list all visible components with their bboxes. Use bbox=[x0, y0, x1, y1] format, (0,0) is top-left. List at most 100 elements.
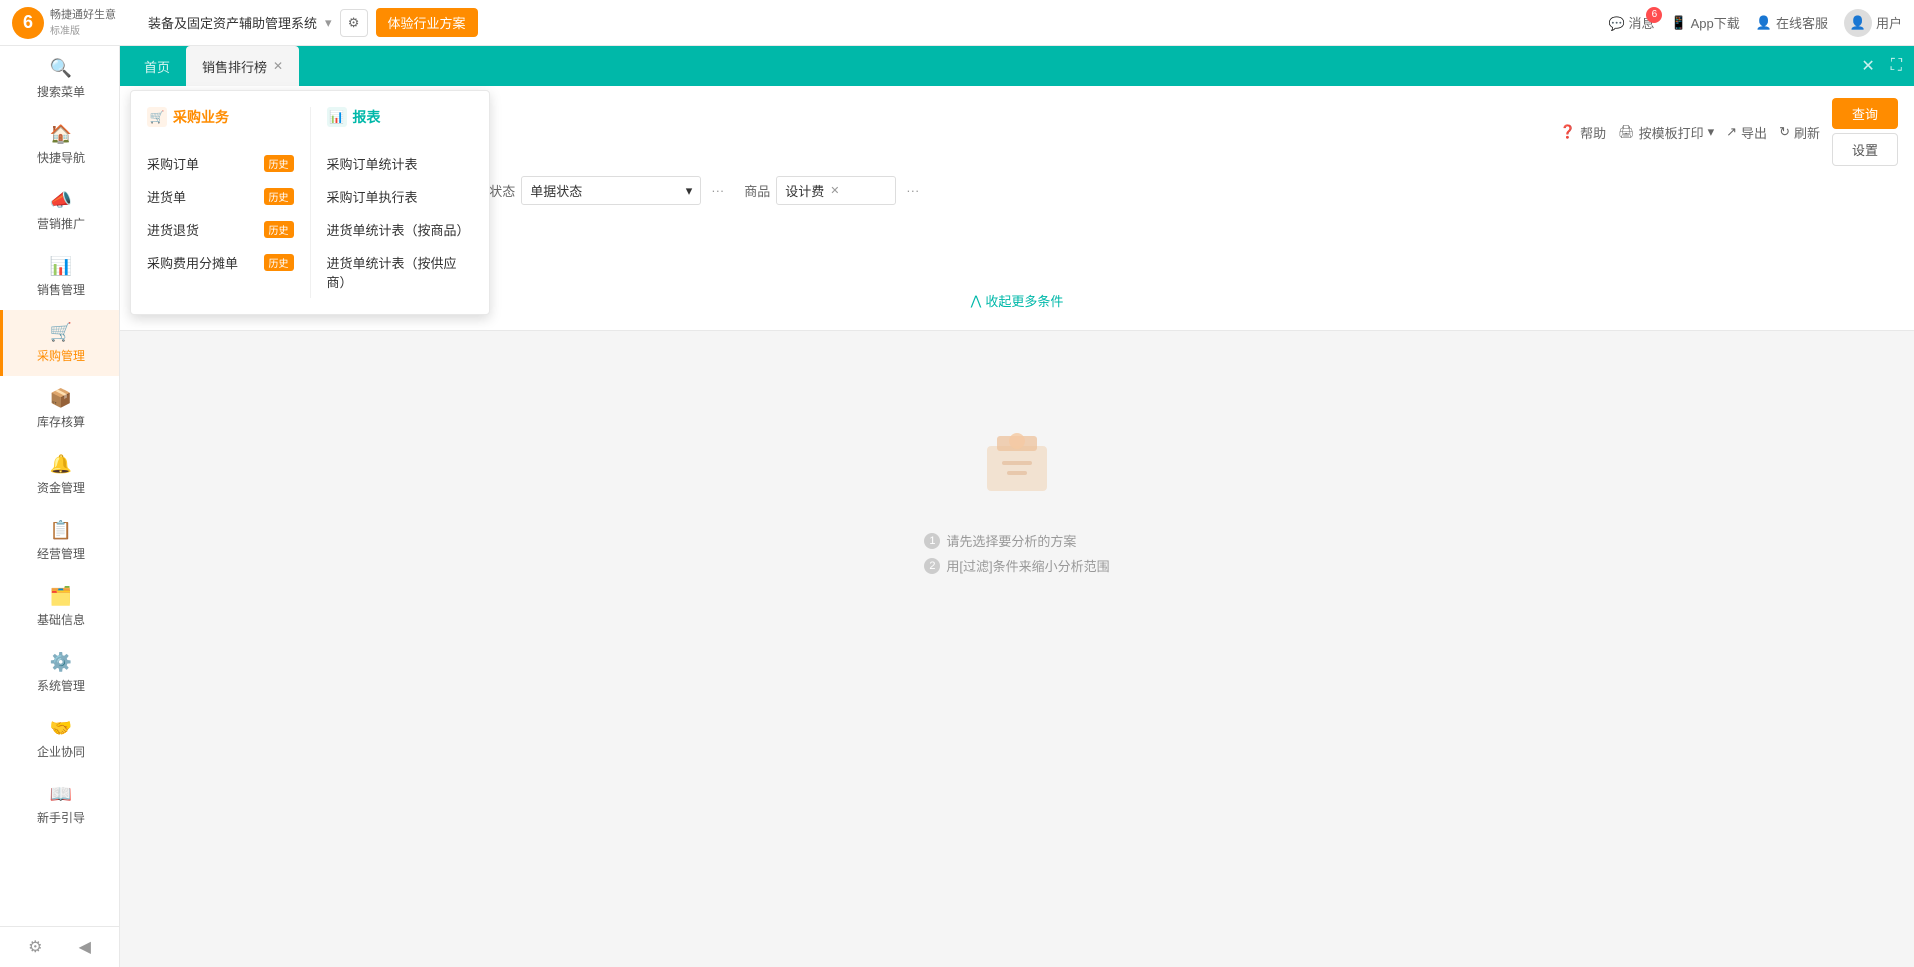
purchase-dropdown-menu: 🛒 采购业务 采购订单 历史 进货单 历史 进货退货 历史 采购费用分摊单 历史 bbox=[130, 90, 490, 315]
goods-return-label: 进货退货 bbox=[147, 220, 199, 239]
sidebar-item-sales[interactable]: 📊 销售管理 bbox=[0, 244, 119, 310]
message-icon: 💬 bbox=[1609, 16, 1625, 31]
sidebar-bottom: ⚙ ◀ bbox=[0, 926, 119, 967]
status-select[interactable]: 单据状态 ▾ bbox=[521, 176, 701, 205]
export-icon: ↗ bbox=[1726, 124, 1737, 140]
sidebar-item-operations[interactable]: 📋 经营管理 bbox=[0, 508, 119, 574]
sidebar: 🔍 搜索菜单 🏠 快捷导航 📣 营销推广 📊 销售管理 🛒 采购管理 📦 库存核… bbox=[0, 46, 120, 967]
sidebar-label-guide: 新手引导 bbox=[37, 809, 85, 826]
empty-state: 1 请先选择要分析的方案 2 用[过滤]条件来缩小分析范围 bbox=[120, 331, 1914, 655]
notification-badge: 6 bbox=[1646, 7, 1662, 23]
sidebar-label-purchase: 采购管理 bbox=[37, 347, 85, 364]
dropdown-goods-return[interactable]: 进货退货 历史 bbox=[147, 213, 294, 246]
tab-bar: 首页 销售排行榜 ✕ ✕ ⛶ bbox=[120, 46, 1914, 86]
basic-icon: 🗂️ bbox=[50, 586, 72, 607]
app-download-label: App下载 bbox=[1691, 13, 1740, 32]
tab-home[interactable]: 首页 bbox=[128, 46, 186, 86]
refresh-btn[interactable]: ↻ 刷新 bbox=[1779, 123, 1820, 142]
sidebar-item-search[interactable]: 🔍 搜索菜单 bbox=[0, 46, 119, 112]
sidebar-item-capital[interactable]: 🔔 资金管理 bbox=[0, 442, 119, 508]
system-dropdown-arrow[interactable]: ▾ bbox=[325, 15, 332, 31]
dropdown-divider bbox=[310, 107, 311, 298]
dropdown-purchase-order[interactable]: 采购订单 历史 bbox=[147, 147, 294, 180]
export-label: 导出 bbox=[1741, 123, 1767, 142]
notification-item[interactable]: 💬 消息 6 bbox=[1609, 13, 1655, 32]
report-header-icon: 📊 bbox=[327, 107, 347, 127]
user-item[interactable]: 👤 用户 bbox=[1844, 9, 1902, 37]
tip-num-1: 1 bbox=[924, 533, 940, 549]
settings-button[interactable]: 设置 bbox=[1832, 133, 1898, 166]
sidebar-item-marketing[interactable]: 📣 营销推广 bbox=[0, 178, 119, 244]
export-btn[interactable]: ↗ 导出 bbox=[1726, 123, 1767, 142]
refresh-label: 刷新 bbox=[1794, 123, 1820, 142]
online-service-item[interactable]: 👤 在线客服 bbox=[1756, 13, 1828, 32]
system-icon: ⚙️ bbox=[50, 652, 72, 673]
dropdown-purchase-cost[interactable]: 采购费用分摊单 历史 bbox=[147, 246, 294, 279]
logo-tag: 标准版 bbox=[50, 22, 116, 37]
status-filter: 单据状态 单据状态 ▾ ··· bbox=[463, 176, 728, 205]
sidebar-item-inventory[interactable]: 📦 库存核算 bbox=[0, 376, 119, 442]
dropdown-col-report: 📊 报表 采购订单统计表 采购订单执行表 进货单统计表（按商品） 进货单统计表（… bbox=[327, 107, 474, 298]
tab-bar-close-btn[interactable]: ✕ bbox=[1857, 56, 1878, 76]
purchase-order-history: 历史 bbox=[264, 155, 294, 172]
sidebar-item-system[interactable]: ⚙️ 系统管理 bbox=[0, 640, 119, 706]
empty-illustration bbox=[967, 411, 1067, 511]
purchase-icon: 🛒 bbox=[50, 322, 72, 343]
header-middle: 装备及固定资产辅助管理系统 ▾ ⚙ 体验行业方案 bbox=[132, 8, 1609, 37]
sidebar-item-enterprise[interactable]: 🤝 企业协同 bbox=[0, 706, 119, 772]
app-download-item[interactable]: 📱 App下载 bbox=[1670, 13, 1739, 32]
tab-sales-rank[interactable]: 销售排行榜 ✕ bbox=[186, 46, 299, 86]
tab-sales-rank-label: 销售排行榜 bbox=[202, 57, 267, 76]
sidebar-label-operations: 经营管理 bbox=[37, 545, 85, 562]
marketing-icon: 📣 bbox=[50, 190, 72, 211]
logo-icon: 6 bbox=[12, 7, 44, 39]
status-dots[interactable]: ··· bbox=[707, 183, 728, 198]
help-btn[interactable]: ❓ 帮助 bbox=[1560, 123, 1606, 142]
sidebar-label-capital: 资金管理 bbox=[37, 479, 85, 496]
guide-icon: 📖 bbox=[50, 784, 72, 805]
sidebar-label-sales: 销售管理 bbox=[37, 281, 85, 298]
operations-icon: 📋 bbox=[50, 520, 72, 541]
industry-btn[interactable]: 体验行业方案 bbox=[376, 8, 478, 37]
tab-bar-expand-btn[interactable]: ⛶ bbox=[1887, 57, 1906, 75]
header-settings-icon[interactable]: ⚙ bbox=[340, 9, 368, 37]
goods-select[interactable]: 设计费 ✕ bbox=[776, 176, 896, 205]
print-btn[interactable]: 🖨 按模板打印 ▾ bbox=[1618, 123, 1714, 142]
help-icon: ❓ bbox=[1560, 124, 1576, 140]
dropdown-purchase-order-exec[interactable]: 采购订单执行表 bbox=[327, 180, 474, 213]
sidebar-settings-icon[interactable]: ⚙ bbox=[28, 937, 42, 957]
dropdown-goods-stat-supplier[interactable]: 进货单统计表（按供应商） bbox=[327, 246, 474, 298]
sidebar-label-system: 系统管理 bbox=[37, 677, 85, 694]
goods-dots[interactable]: ··· bbox=[902, 183, 923, 198]
sidebar-item-basic[interactable]: 🗂️ 基础信息 bbox=[0, 574, 119, 640]
print-label: 按模板打印 bbox=[1639, 123, 1704, 142]
dropdown-cols: 🛒 采购业务 采购订单 历史 进货单 历史 进货退货 历史 采购费用分摊单 历史 bbox=[147, 107, 473, 298]
sidebar-label-basic: 基础信息 bbox=[37, 611, 85, 628]
inventory-icon: 📦 bbox=[50, 388, 72, 409]
sidebar-item-purchase[interactable]: 🛒 采购管理 bbox=[0, 310, 119, 376]
tab-home-label: 首页 bbox=[144, 57, 170, 76]
query-button[interactable]: 查询 bbox=[1832, 98, 1898, 129]
home-icon: 🏠 bbox=[50, 124, 72, 145]
sidebar-label-enterprise: 企业协同 bbox=[37, 743, 85, 760]
status-placeholder: 单据状态 bbox=[530, 181, 582, 200]
purchase-col-header: 🛒 采购业务 bbox=[147, 107, 294, 135]
goods-tag-close[interactable]: ✕ bbox=[830, 184, 839, 197]
sidebar-collapse-icon[interactable]: ◀ bbox=[79, 937, 91, 957]
sidebar-label-quick-nav: 快捷导航 bbox=[37, 149, 85, 166]
sales-icon: 📊 bbox=[50, 256, 72, 277]
dropdown-goods-stat-goods[interactable]: 进货单统计表（按商品） bbox=[327, 213, 474, 246]
refresh-icon: ↻ bbox=[1779, 124, 1790, 140]
dropdown-col-purchase: 🛒 采购业务 采购订单 历史 进货单 历史 进货退货 历史 采购费用分摊单 历史 bbox=[147, 107, 294, 298]
collapse-text: 收起更多条件 bbox=[985, 291, 1063, 310]
enterprise-icon: 🤝 bbox=[50, 718, 72, 739]
tip-text-1: 请先选择要分析的方案 bbox=[946, 531, 1076, 550]
sidebar-item-quick-nav[interactable]: 🏠 快捷导航 bbox=[0, 112, 119, 178]
dropdown-goods-receipt[interactable]: 进货单 历史 bbox=[147, 180, 294, 213]
phone-icon: 📱 bbox=[1670, 15, 1686, 31]
sidebar-item-guide[interactable]: 📖 新手引导 bbox=[0, 772, 119, 838]
goods-tag: 设计费 bbox=[785, 181, 824, 200]
dropdown-purchase-order-stat[interactable]: 采购订单统计表 bbox=[327, 147, 474, 180]
tab-close-icon[interactable]: ✕ bbox=[273, 59, 283, 73]
goods-filter: 商品 设计费 ✕ ··· bbox=[744, 176, 923, 205]
